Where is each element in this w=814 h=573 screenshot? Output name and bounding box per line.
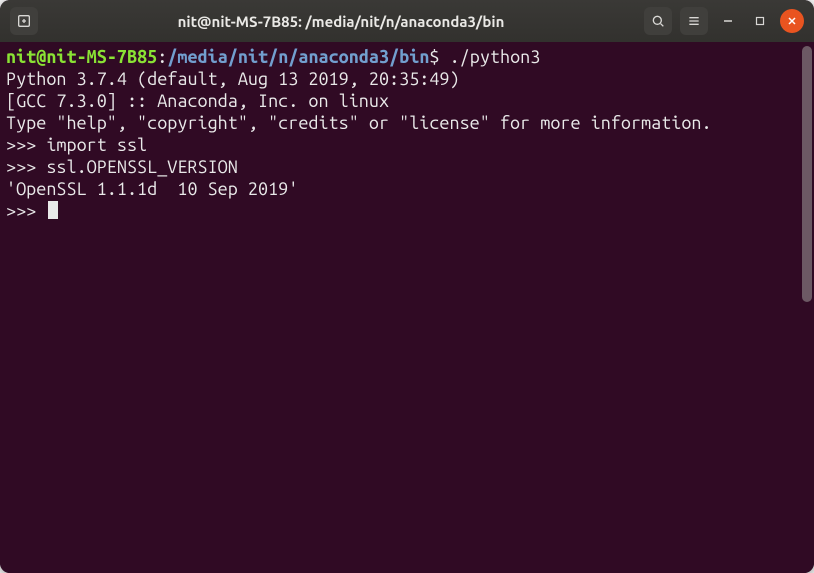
minimize-button[interactable] xyxy=(716,9,740,33)
prompt-path: /media/nit/n/anaconda3/bin xyxy=(167,47,429,67)
close-button[interactable] xyxy=(780,9,804,33)
output-line: [GCC 7.3.0] :: Anaconda, Inc. on linux xyxy=(6,90,808,112)
repl-prompt: >>> xyxy=(6,201,46,221)
window-title: nit@nit-MS-7B85: /media/nit/n/anaconda3/… xyxy=(48,13,634,30)
output-line: Type "help", "copyright", "credits" or "… xyxy=(6,112,808,134)
repl-prompt: >>> xyxy=(6,135,46,155)
menu-button[interactable] xyxy=(680,7,708,35)
repl-input: import ssl xyxy=(46,135,147,155)
new-tab-button[interactable] xyxy=(10,7,38,35)
prompt-user: nit xyxy=(6,47,36,67)
command-text: ./python3 xyxy=(440,47,541,67)
repl-line: >>> ssl.OPENSSL_VERSION xyxy=(6,156,808,178)
scrollbar-thumb[interactable] xyxy=(802,46,812,302)
repl-line: >>> import ssl xyxy=(6,134,808,156)
maximize-button[interactable] xyxy=(748,9,772,33)
repl-line: >>> xyxy=(6,200,808,222)
repl-prompt: >>> xyxy=(6,157,46,177)
search-button[interactable] xyxy=(644,7,672,35)
repl-output: 'OpenSSL 1.1.1d 10 Sep 2019' xyxy=(6,178,808,200)
terminal-window: nit@nit-MS-7B85: /media/nit/n/anaconda3/… xyxy=(0,0,814,573)
prompt-line: nit@nit-MS-7B85:/media/nit/n/anaconda3/b… xyxy=(6,46,808,68)
repl-input: ssl.OPENSSL_VERSION xyxy=(46,157,238,177)
cursor xyxy=(48,201,58,219)
prompt-host: nit-MS-7B85 xyxy=(46,47,157,67)
terminal-area[interactable]: nit@nit-MS-7B85:/media/nit/n/anaconda3/b… xyxy=(0,42,814,573)
titlebar: nit@nit-MS-7B85: /media/nit/n/anaconda3/… xyxy=(0,0,814,42)
output-line: Python 3.7.4 (default, Aug 13 2019, 20:3… xyxy=(6,68,808,90)
